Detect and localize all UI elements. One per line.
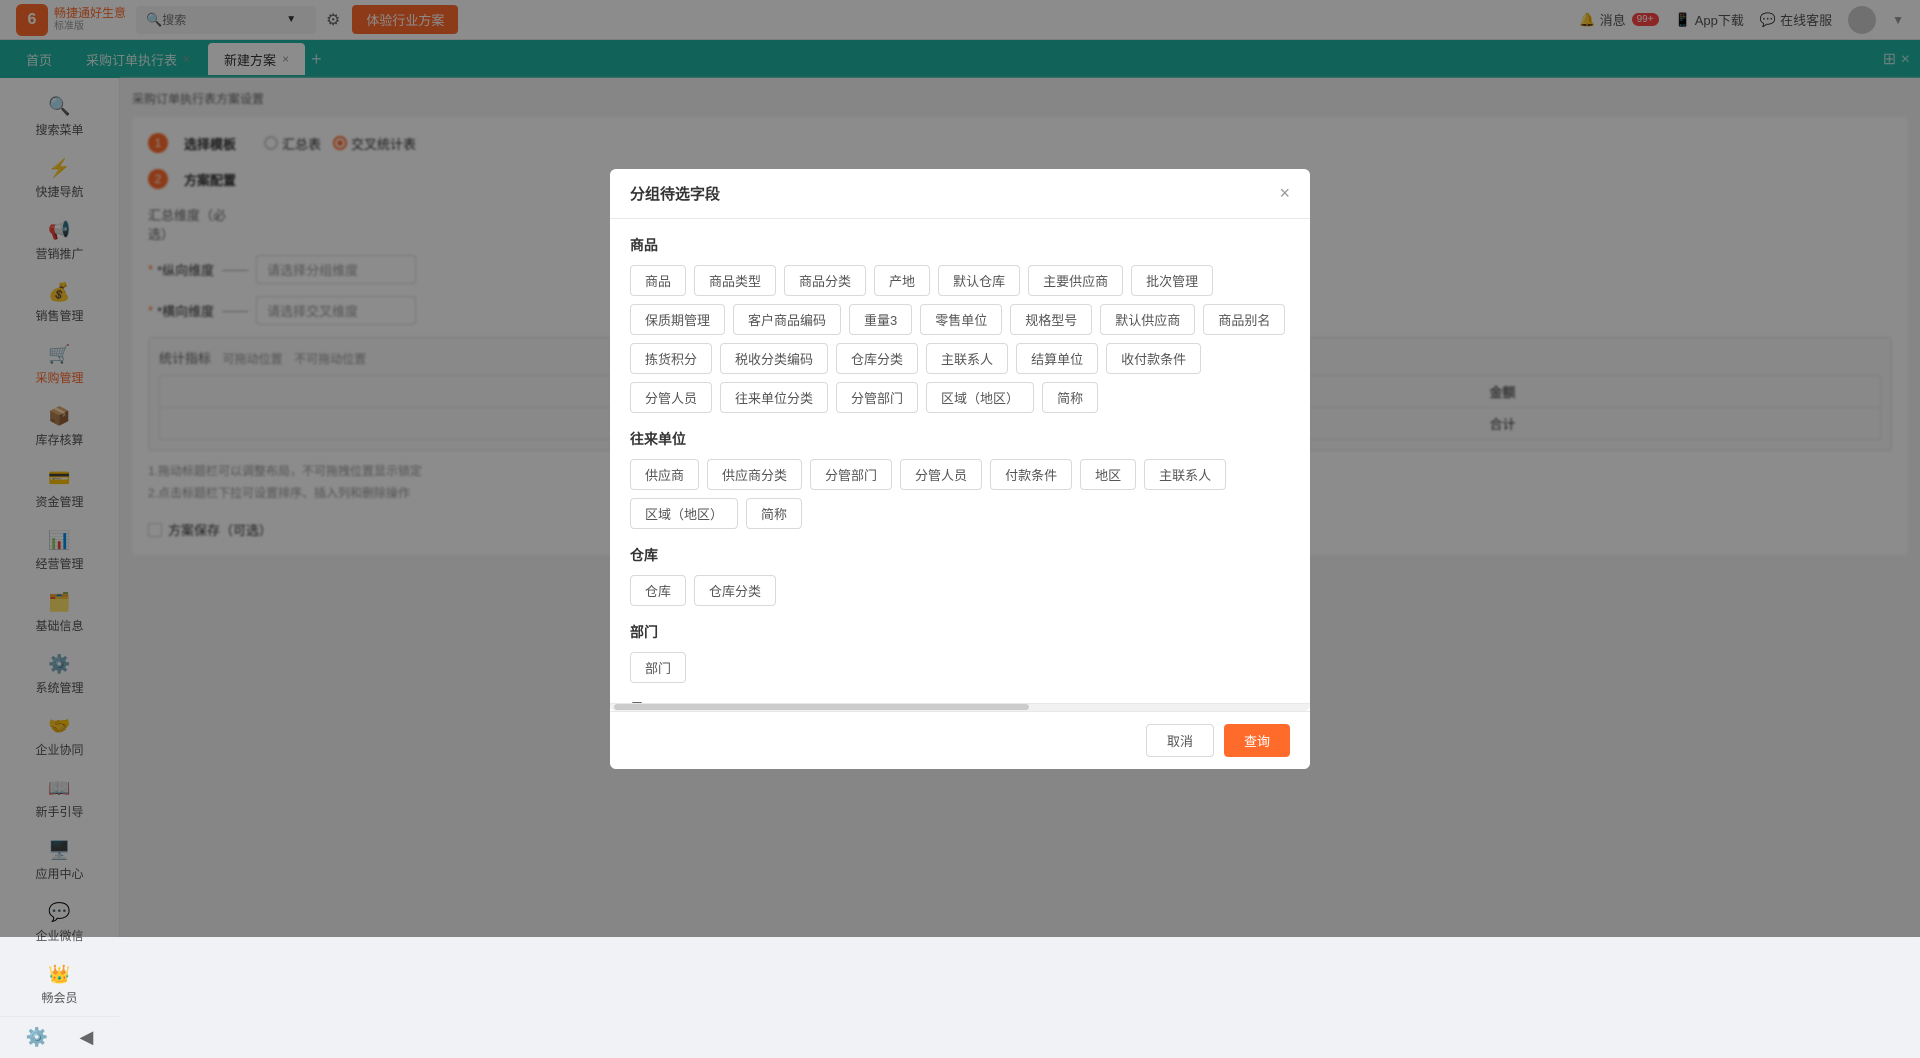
tag-goods-23[interactable]: 区域（地区） bbox=[926, 382, 1034, 413]
warehouse-field-tags: 仓库 仓库分类 bbox=[630, 575, 1290, 606]
tag-partner-7[interactable]: 区域（地区） bbox=[630, 498, 738, 529]
confirm-button[interactable]: 查询 bbox=[1224, 724, 1290, 757]
tag-dept-0[interactable]: 部门 bbox=[630, 652, 686, 683]
field-section-partner: 往来单位 供应商 供应商分类 分管部门 分管人员 付款条件 地区 主联系人 区域… bbox=[630, 429, 1290, 529]
tag-goods-15[interactable]: 税收分类编码 bbox=[720, 343, 828, 374]
tag-goods-13[interactable]: 商品别名 bbox=[1203, 304, 1285, 335]
field-section-goods: 商品 商品 商品类型 商品分类 产地 默认仓库 主要供应商 批次管理 保质期管理… bbox=[630, 235, 1290, 413]
tag-goods-19[interactable]: 收付款条件 bbox=[1106, 343, 1201, 374]
modal-overlay: 分组待选字段 × 商品 商品 商品类型 商品分类 产地 默认仓库 主要供应商 批… bbox=[0, 0, 1920, 937]
tag-goods-1[interactable]: 商品类型 bbox=[694, 265, 776, 296]
dept-field-tags: 部门 bbox=[630, 652, 1290, 683]
cancel-button[interactable]: 取消 bbox=[1146, 724, 1214, 757]
tag-partner-4[interactable]: 付款条件 bbox=[990, 459, 1072, 490]
tag-partner-0[interactable]: 供应商 bbox=[630, 459, 699, 490]
tag-warehouse-0[interactable]: 仓库 bbox=[630, 575, 686, 606]
tag-goods-10[interactable]: 零售单位 bbox=[920, 304, 1002, 335]
tag-partner-1[interactable]: 供应商分类 bbox=[707, 459, 802, 490]
sidebar-bottom: ⚙️ ◀ bbox=[0, 1016, 119, 1058]
tag-goods-17[interactable]: 主联系人 bbox=[926, 343, 1008, 374]
sidebar-settings-icon[interactable]: ⚙️ bbox=[26, 1027, 48, 1048]
tag-goods-16[interactable]: 仓库分类 bbox=[836, 343, 918, 374]
member-icon: 👑 bbox=[48, 964, 70, 985]
partner-field-tags: 供应商 供应商分类 分管部门 分管人员 付款条件 地区 主联系人 区域（地区） … bbox=[630, 459, 1290, 529]
section-partner-title: 往来单位 bbox=[630, 429, 1290, 449]
tag-goods-18[interactable]: 结算单位 bbox=[1016, 343, 1098, 374]
goods-field-tags: 商品 商品类型 商品分类 产地 默认仓库 主要供应商 批次管理 保质期管理 客户… bbox=[630, 265, 1290, 413]
modal-title: 分组待选字段 bbox=[630, 183, 720, 204]
tag-goods-24[interactable]: 简称 bbox=[1042, 382, 1098, 413]
field-section-dept: 部门 部门 bbox=[630, 622, 1290, 683]
sidebar-item-member-label: 畅会员 bbox=[41, 989, 77, 1006]
modal-footer: 取消 查询 bbox=[610, 711, 1310, 769]
modal-header: 分组待选字段 × bbox=[610, 169, 1310, 219]
tag-goods-3[interactable]: 产地 bbox=[874, 265, 930, 296]
tag-goods-7[interactable]: 保质期管理 bbox=[630, 304, 725, 335]
sidebar-collapse-icon[interactable]: ◀ bbox=[79, 1027, 93, 1048]
tag-goods-4[interactable]: 默认仓库 bbox=[938, 265, 1020, 296]
tag-warehouse-1[interactable]: 仓库分类 bbox=[694, 575, 776, 606]
modal-body[interactable]: 商品 商品 商品类型 商品分类 产地 默认仓库 主要供应商 批次管理 保质期管理… bbox=[610, 219, 1310, 704]
tag-goods-5[interactable]: 主要供应商 bbox=[1028, 265, 1123, 296]
tag-goods-9[interactable]: 重量3 bbox=[849, 304, 912, 335]
tag-goods-20[interactable]: 分管人员 bbox=[630, 382, 712, 413]
modal-dialog: 分组待选字段 × 商品 商品 商品类型 商品分类 产地 默认仓库 主要供应商 批… bbox=[610, 169, 1310, 769]
tag-goods-12[interactable]: 默认供应商 bbox=[1100, 304, 1195, 335]
sidebar-item-member[interactable]: 👑 畅会员 bbox=[0, 954, 119, 1016]
field-section-warehouse: 仓库 仓库 仓库分类 bbox=[630, 545, 1290, 606]
tag-partner-6[interactable]: 主联系人 bbox=[1144, 459, 1226, 490]
tag-partner-8[interactable]: 简称 bbox=[746, 498, 802, 529]
hscroll-thumb bbox=[614, 704, 1029, 710]
tag-goods-0[interactable]: 商品 bbox=[630, 265, 686, 296]
tag-goods-21[interactable]: 往来单位分类 bbox=[720, 382, 828, 413]
tag-goods-11[interactable]: 规格型号 bbox=[1010, 304, 1092, 335]
tag-goods-6[interactable]: 批次管理 bbox=[1131, 265, 1213, 296]
tag-goods-14[interactable]: 拣货积分 bbox=[630, 343, 712, 374]
tag-partner-2[interactable]: 分管部门 bbox=[810, 459, 892, 490]
modal-close-button[interactable]: × bbox=[1279, 183, 1290, 204]
tag-goods-2[interactable]: 商品分类 bbox=[784, 265, 866, 296]
modal-horizontal-scrollbar[interactable] bbox=[610, 703, 1310, 710]
tag-partner-5[interactable]: 地区 bbox=[1080, 459, 1136, 490]
tag-goods-8[interactable]: 客户商品编码 bbox=[733, 304, 841, 335]
section-warehouse-title: 仓库 bbox=[630, 545, 1290, 565]
tag-goods-22[interactable]: 分管部门 bbox=[836, 382, 918, 413]
section-dept-title: 部门 bbox=[630, 622, 1290, 642]
tag-partner-3[interactable]: 分管人员 bbox=[900, 459, 982, 490]
section-goods-title: 商品 bbox=[630, 235, 1290, 255]
